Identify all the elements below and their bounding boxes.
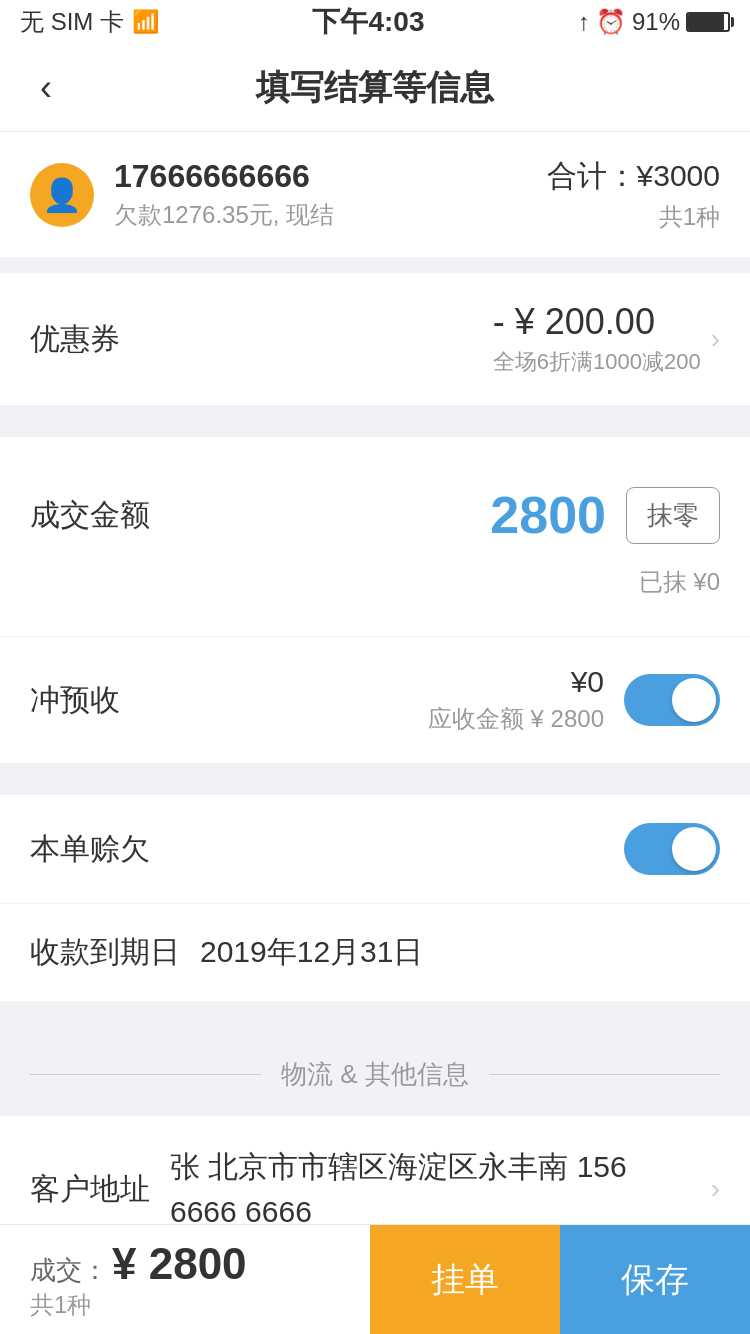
- writeoff-toggle-thumb: [672, 827, 716, 871]
- precollect-right: ¥0 应收金额 ¥ 2800: [428, 665, 720, 735]
- divider-line-right: [489, 1074, 720, 1075]
- location-icon: ↑: [578, 8, 590, 36]
- divider-2: [0, 763, 750, 779]
- wifi-icon: 📶: [132, 9, 159, 35]
- battery-icon: [686, 12, 730, 32]
- coupon-chevron-icon: ›: [711, 323, 720, 355]
- save-button[interactable]: 保存: [560, 1225, 750, 1334]
- bottom-bar: 成交： ¥ 2800 共1种 挂单 保存: [0, 1224, 750, 1334]
- coupon-label: 优惠券: [30, 319, 120, 360]
- round-zero-button[interactable]: 抹零: [626, 487, 720, 544]
- avatar-icon: 👤: [42, 176, 82, 214]
- date-label: 收款到期日: [30, 932, 180, 973]
- status-time: 下午4:03: [312, 3, 424, 41]
- alarm-icon: ⏰: [596, 8, 626, 36]
- back-icon: ‹: [40, 67, 52, 108]
- status-bar: 无 SIM 卡 📶 下午4:03 ↑ ⏰ 91%: [0, 0, 750, 44]
- coupon-section[interactable]: 优惠券 - ¥ 200.00 全场6折满1000减200 ›: [0, 273, 750, 405]
- amount-sub-label: 已抹 ¥0: [639, 568, 720, 595]
- amount-row: 成交金额 2800 抹零: [30, 465, 720, 565]
- divider-3: [0, 1001, 750, 1017]
- page-title: 填写结算等信息: [256, 65, 494, 111]
- amount-value: 2800: [490, 485, 606, 545]
- battery-percent: 91%: [632, 8, 680, 36]
- deal-label: 成交：: [30, 1253, 108, 1288]
- status-left: 无 SIM 卡 📶: [20, 6, 159, 38]
- customer-info: 17666666666 欠款1276.35元, 现结: [114, 158, 334, 231]
- precollect-values: ¥0 应收金额 ¥ 2800: [428, 665, 604, 735]
- writeoff-toggle[interactable]: [624, 823, 720, 875]
- logistics-text: 物流 & 其他信息: [261, 1057, 489, 1092]
- coupon-description: 全场6折满1000减200: [493, 347, 701, 377]
- precollect-section: 冲预收 ¥0 应收金额 ¥ 2800: [0, 636, 750, 763]
- precollect-row: 冲预收 ¥0 应收金额 ¥ 2800: [0, 637, 750, 763]
- address-chevron-icon: ›: [711, 1173, 720, 1205]
- nav-bar: ‹ 填写结算等信息: [0, 44, 750, 132]
- coupon-discount: - ¥ 200.00: [493, 301, 701, 343]
- amount-right: 2800 抹零: [490, 485, 720, 545]
- customer-total: 合计：¥3000: [547, 156, 720, 197]
- bottom-deal-row: 成交： ¥ 2800: [30, 1239, 340, 1289]
- divider-line-left: [30, 1074, 261, 1075]
- bottom-summary: 成交： ¥ 2800 共1种: [0, 1239, 370, 1321]
- address-value: 张 北京市市辖区海淀区永丰南 156 6666 6666: [170, 1144, 691, 1234]
- back-button[interactable]: ‹: [30, 57, 62, 119]
- address-label: 客户地址: [30, 1169, 150, 1210]
- date-section: 收款到期日 2019年12月31日: [0, 903, 750, 1001]
- deal-count: 共1种: [30, 1289, 340, 1321]
- amount-label: 成交金额: [30, 495, 150, 536]
- hang-order-button[interactable]: 挂单: [370, 1225, 560, 1334]
- customer-subtitle: 欠款1276.35元, 现结: [114, 199, 334, 231]
- amount-section: 成交金额 2800 抹零 已抹 ¥0: [0, 437, 750, 636]
- customer-count: 共1种: [547, 201, 720, 233]
- logistics-divider: 物流 & 其他信息: [0, 1033, 750, 1116]
- customer-left: 👤 17666666666 欠款1276.35元, 现结: [30, 158, 334, 231]
- precollect-toggle-thumb: [672, 678, 716, 722]
- precollect-toggle[interactable]: [624, 674, 720, 726]
- avatar: 👤: [30, 163, 94, 227]
- writeoff-section: 本单赊欠: [0, 795, 750, 903]
- customer-right: 合计：¥3000 共1种: [547, 156, 720, 233]
- customer-phone: 17666666666: [114, 158, 334, 195]
- writeoff-label: 本单赊欠: [30, 829, 150, 870]
- no-sim-text: 无 SIM 卡: [20, 6, 124, 38]
- precollect-sub: 应收金额 ¥ 2800: [428, 703, 604, 735]
- precollect-label: 冲预收: [30, 680, 120, 721]
- bottom-buttons: 挂单 保存: [370, 1225, 750, 1334]
- content: 👤 17666666666 欠款1276.35元, 现结 合计：¥3000 共1…: [0, 132, 750, 1334]
- date-value: 2019年12月31日: [200, 932, 423, 973]
- divider-1: [0, 421, 750, 437]
- coupon-info: - ¥ 200.00 全场6折满1000减200: [493, 301, 701, 377]
- precollect-amount: ¥0: [428, 665, 604, 699]
- deal-amount: ¥ 2800: [112, 1239, 247, 1289]
- coupon-right: - ¥ 200.00 全场6折满1000减200 ›: [493, 301, 720, 377]
- customer-section: 👤 17666666666 欠款1276.35元, 现结 合计：¥3000 共1…: [0, 132, 750, 257]
- status-right: ↑ ⏰ 91%: [578, 8, 730, 36]
